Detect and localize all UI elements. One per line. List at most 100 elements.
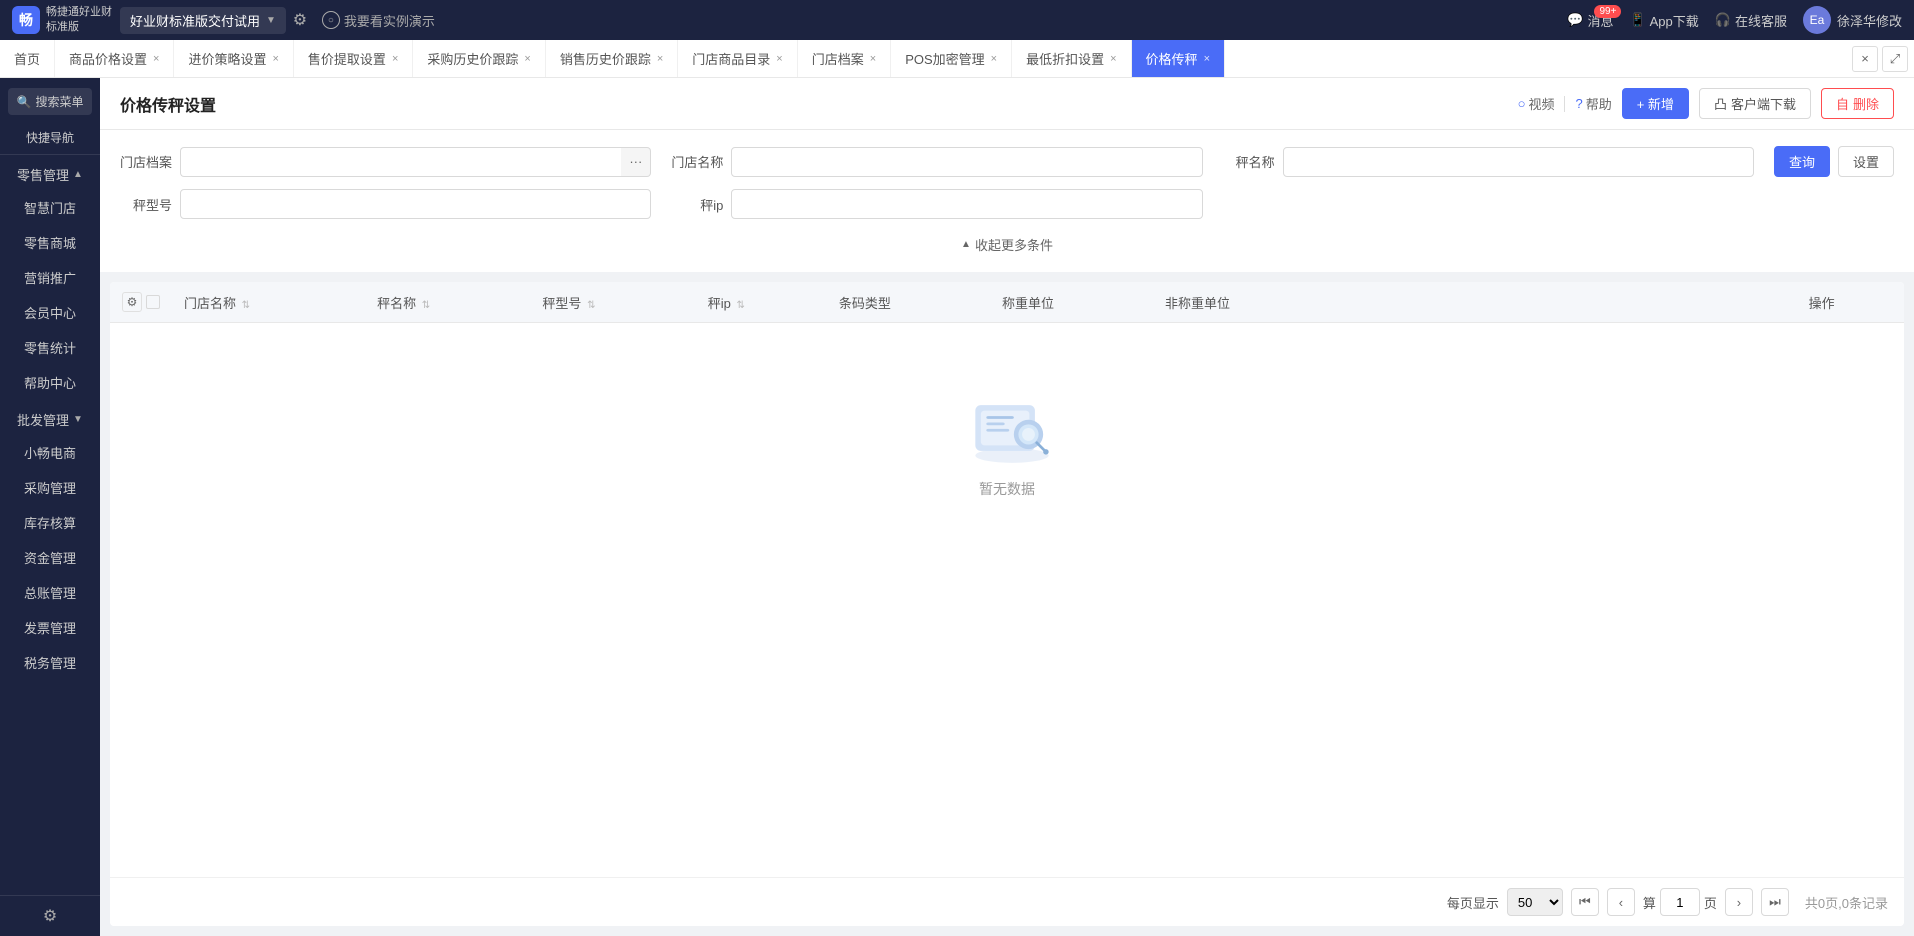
tab-home[interactable]: 首页 (0, 40, 55, 78)
logo-text: 畅捷通好业财标准版 (46, 5, 112, 36)
sidebar-item-ecom[interactable]: 小畅电商 (0, 435, 100, 470)
store-archive-input[interactable] (180, 147, 621, 177)
sidebar-item-retail-stats[interactable]: 零售统计 (0, 330, 100, 365)
next-page-button[interactable]: › (1725, 888, 1753, 916)
maximize-tab-button[interactable]: ⤢ (1882, 46, 1908, 72)
store-archive-more-button[interactable]: ··· (621, 147, 651, 177)
collapse-row: ▲ 收起更多条件 (120, 231, 1894, 264)
sort-icon[interactable]: ⇅ (587, 300, 595, 311)
store-archive-label: 门店档案 (120, 152, 172, 171)
first-page-button[interactable]: ⏮ (1571, 888, 1599, 916)
sort-icon[interactable]: ⇅ (242, 300, 250, 311)
page-title: 价格传秤设置 (120, 92, 216, 116)
video-link[interactable]: ○ 视频 (1518, 94, 1555, 113)
tab-min-discount[interactable]: 最低折扣设置 × (1012, 40, 1131, 78)
close-icon[interactable]: × (524, 53, 530, 65)
table-area: ⚙ 门店名称 ⇅ 秤名称 ⇅ (110, 282, 1904, 926)
query-button[interactable]: 查询 (1774, 146, 1830, 177)
sidebar-item-member[interactable]: 会员中心 (0, 295, 100, 330)
close-icon[interactable]: × (272, 53, 278, 65)
user-menu[interactable]: Ea 徐泽华修改 (1803, 6, 1902, 34)
close-icon[interactable]: × (1110, 53, 1116, 65)
col-action: 操作 (1797, 282, 1904, 323)
help-icon: ? (1575, 96, 1582, 111)
content-area: 价格传秤设置 ○ 视频 ? 帮助 + 新增 凸 客户端下载 (100, 78, 1914, 936)
last-page-button[interactable]: ⏭ (1761, 888, 1789, 916)
sidebar-item-quick-nav[interactable]: 快捷导航 (0, 121, 100, 155)
close-icon[interactable]: × (776, 53, 782, 65)
close-icon[interactable]: × (1204, 53, 1210, 65)
app-download-button[interactable]: 📱 App下载 (1629, 11, 1698, 30)
sidebar-item-tax[interactable]: 税务管理 (0, 645, 100, 680)
divider (1564, 96, 1565, 112)
tab-purchase-history[interactable]: 采购历史价跟踪 × (413, 40, 545, 78)
sidebar-item-finance[interactable]: 资金管理 (0, 540, 100, 575)
select-all-checkbox[interactable] (146, 295, 160, 309)
scale-name-input[interactable] (1283, 147, 1754, 177)
delete-button[interactable]: 自 删除 (1821, 88, 1894, 119)
col-scale-name: 秤名称 ⇅ (365, 282, 530, 323)
sort-icon[interactable]: ⇅ (422, 300, 430, 311)
sidebar-item-marketing[interactable]: 营销推广 (0, 260, 100, 295)
close-icon[interactable]: × (657, 53, 663, 65)
sidebar-item-purchase[interactable]: 采购管理 (0, 470, 100, 505)
collapse-button[interactable]: ▲ 收起更多条件 (961, 235, 1053, 254)
version-selector[interactable]: 好业财标准版交付试用 ▼ (120, 7, 286, 34)
scale-name-label: 秤名称 (1223, 152, 1275, 171)
tab-store-catalog[interactable]: 门店商品目录 × (678, 40, 797, 78)
prev-page-button[interactable]: ‹ (1607, 888, 1635, 916)
page-size-select[interactable]: 50 10 20 100 (1507, 888, 1563, 916)
table-settings-icon[interactable]: ⚙ (122, 292, 142, 312)
search-menu-button[interactable]: 🔍 搜索菜单 (8, 88, 92, 115)
sidebar-item-inventory[interactable]: 库存核算 (0, 505, 100, 540)
empty-icon (957, 383, 1057, 463)
setting-button[interactable]: 设置 (1838, 146, 1894, 177)
sort-icon[interactable]: ⇅ (736, 300, 744, 311)
sidebar-group-wholesale-header[interactable]: 批发管理 ▼ (0, 400, 100, 435)
tab-pos-manage[interactable]: POS加密管理 × (891, 40, 1012, 78)
close-icon[interactable]: × (991, 53, 997, 65)
tab-sale-history[interactable]: 销售历史价跟踪 × (546, 40, 678, 78)
scale-name-field: 秤名称 (1223, 147, 1754, 177)
sidebar-group-retail-header[interactable]: 零售管理 ▲ (0, 155, 100, 190)
sidebar-item-retail-mall[interactable]: 零售商城 (0, 225, 100, 260)
tab-purchase-strategy[interactable]: 进价策略设置 × (174, 40, 293, 78)
close-icon[interactable]: × (153, 53, 159, 65)
sidebar-item-smart-store[interactable]: 智慧门店 (0, 190, 100, 225)
sidebar-item-general-ledger[interactable]: 总账管理 (0, 575, 100, 610)
page-number-input[interactable] (1660, 888, 1700, 916)
close-icon[interactable]: × (392, 53, 398, 65)
store-name-label: 门店名称 (671, 152, 723, 171)
search-icon: 🔍 (17, 95, 32, 109)
tab-sale-price[interactable]: 售价提取设置 × (294, 40, 413, 78)
search-row-2: 秤型号 秤ip (120, 189, 1894, 219)
sidebar-item-invoice[interactable]: 发票管理 (0, 610, 100, 645)
message-badge: 99+ (1594, 5, 1621, 18)
demo-link[interactable]: ○ 我要看实例演示 (322, 11, 435, 30)
message-button[interactable]: 💬 消息 99+ (1567, 11, 1613, 30)
logo: 畅 畅捷通好业财标准版 (12, 5, 112, 36)
scale-ip-input[interactable] (731, 189, 1202, 219)
tab-store-archive[interactable]: 门店档案 × (798, 40, 891, 78)
help-link[interactable]: ? 帮助 (1575, 94, 1611, 113)
scale-model-input[interactable] (180, 189, 651, 219)
store-name-input[interactable] (731, 147, 1202, 177)
close-tab-button[interactable]: × (1852, 46, 1878, 72)
col-check: ⚙ (110, 282, 172, 323)
download-client-button[interactable]: 凸 客户端下载 (1699, 88, 1811, 119)
close-icon[interactable]: × (870, 53, 876, 65)
scale-model-field: 秤型号 (120, 189, 651, 219)
delete-icon: 自 (1836, 94, 1849, 113)
gear-icon[interactable]: ⚙ (0, 906, 100, 926)
sidebar-item-help[interactable]: 帮助中心 (0, 365, 100, 400)
tab-product-price[interactable]: 商品价格设置 × (55, 40, 174, 78)
tab-bar: 首页 商品价格设置 × 进价策略设置 × 售价提取设置 × 采购历史价跟踪 × … (0, 40, 1914, 78)
col-weight-unit: 称重单位 (990, 282, 1153, 323)
add-button[interactable]: + 新增 (1622, 88, 1689, 119)
online-service-button[interactable]: 🎧 在线客服 (1715, 11, 1787, 30)
page-header: 价格传秤设置 ○ 视频 ? 帮助 + 新增 凸 客户端下载 (100, 78, 1914, 130)
settings-icon[interactable]: ⚙ (286, 6, 314, 34)
search-panel: 门店档案 ··· 门店名称 秤名称 查询 (100, 130, 1914, 272)
page-header-right: ○ 视频 ? 帮助 + 新增 凸 客户端下载 自 删除 (1518, 88, 1894, 119)
tab-price-scale[interactable]: 价格传秤 × (1132, 40, 1225, 78)
